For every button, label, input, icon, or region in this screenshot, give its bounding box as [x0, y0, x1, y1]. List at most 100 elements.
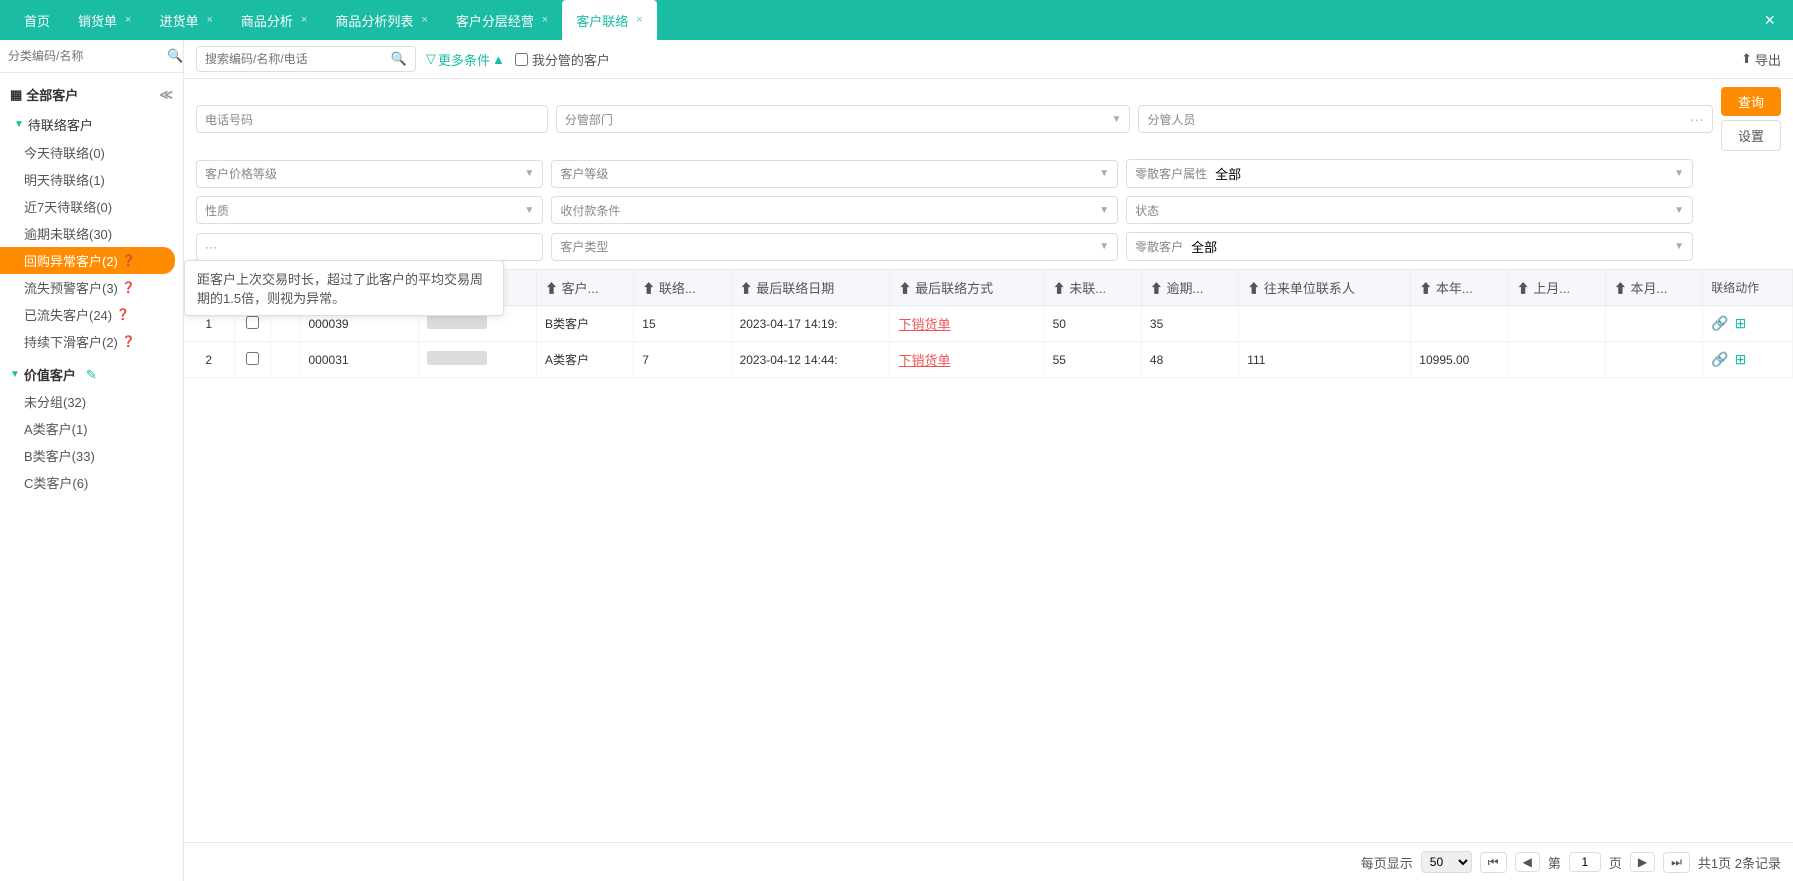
main-search-input[interactable] — [205, 52, 387, 66]
row2-grid-icon[interactable]: ⊞ — [1735, 351, 1747, 368]
settings-button[interactable]: 设置 — [1721, 120, 1781, 151]
sidebar-item-class-b[interactable]: B类客户(33) — [0, 442, 183, 469]
close-product-analysis[interactable]: × — [301, 14, 307, 26]
status-field[interactable]: 状态 ▼ — [1126, 196, 1693, 224]
export-button[interactable]: ⬆ 导出 — [1741, 50, 1781, 69]
filter-bar: 🔍 ▽ 更多条件 ▲ 我分管的客户 ⬆ 导出 — [184, 40, 1793, 79]
payment-chevron: ▼ — [1099, 205, 1109, 216]
sidebar-item-class-a[interactable]: A类客户(1) — [0, 415, 183, 442]
last-page-btn[interactable]: ⏭ — [1663, 852, 1690, 873]
col-header-type[interactable]: ⬆ 客户... — [536, 270, 633, 306]
row1-type: B类客户 — [536, 306, 633, 342]
question-icon-churned: ❓ — [116, 308, 130, 321]
sidebar-item-declining[interactable]: 持续下滑客户(2) ❓ — [0, 328, 183, 355]
row1-this-year — [1411, 306, 1508, 342]
row2-link-icon[interactable]: 🔗 — [1711, 351, 1728, 368]
row1-actions: 🔗 ⊞ — [1703, 306, 1793, 342]
all-customers-header[interactable]: ▦ 全部客户 ≪ — [0, 79, 183, 110]
sidebar-item-repurchase-abnormal[interactable]: 回购异常客户(2) ❓ — [0, 247, 175, 274]
col-header-unread[interactable]: ⬆ 未联... — [1044, 270, 1141, 306]
col-header-this-month[interactable]: ⬆ 本月... — [1605, 270, 1702, 306]
sidebar-search-input[interactable] — [8, 49, 163, 63]
tab-sales-order[interactable]: 销货单 × — [64, 0, 145, 40]
row2-last-method[interactable]: 下销货单 — [890, 342, 1044, 378]
query-button[interactable]: 查询 — [1721, 87, 1781, 116]
tab-product-analysis-list[interactable]: 商品分析列表 × — [321, 0, 441, 40]
price-grade-field[interactable]: 客户价格等级 ▼ — [196, 160, 543, 188]
more-dots-field[interactable]: ··· — [196, 233, 543, 261]
collapse-icon[interactable]: ≪ — [159, 87, 173, 103]
my-customers-checkbox[interactable]: 我分管的客户 — [515, 50, 610, 69]
sidebar-search-area: 🔍 — [0, 40, 183, 73]
close-customer-contact[interactable]: × — [636, 14, 642, 26]
tab-product-analysis[interactable]: 商品分析 × — [227, 0, 321, 40]
close-product-analysis-list[interactable]: × — [421, 14, 427, 26]
col-header-overdue[interactable]: ⬆ 逾期... — [1141, 270, 1238, 306]
filter-row-3: 性质 ▼ 收付款条件 ▼ 状态 ▼ — [196, 196, 1781, 224]
row2-check[interactable] — [234, 342, 270, 378]
edit-icon[interactable]: ✎ — [86, 367, 97, 383]
tab-home[interactable]: 首页 — [10, 0, 64, 40]
page-number-input[interactable] — [1569, 852, 1601, 872]
tab-purchase-order[interactable]: 进货单 × — [145, 0, 226, 40]
close-all-tabs[interactable]: × — [1756, 10, 1783, 31]
value-customer-section[interactable]: ▼ 价值客户 ✎ — [0, 361, 183, 388]
close-sales-order[interactable]: × — [125, 14, 131, 26]
customer-type-field[interactable]: 客户类型 ▼ — [551, 233, 1118, 261]
row1-contact-person — [1239, 306, 1411, 342]
first-page-btn[interactable]: ⏮ — [1480, 852, 1507, 873]
sidebar-item-overdue-contact[interactable]: 逾期未联络(30) — [0, 220, 183, 247]
main-search-icon[interactable]: 🔍 — [391, 51, 407, 67]
sidebar-item-churned[interactable]: 已流失客户(24) ❓ — [0, 301, 183, 328]
close-purchase-order[interactable]: × — [206, 14, 212, 26]
payment-field[interactable]: 收付款条件 ▼ — [551, 196, 1118, 224]
col-header-this-year[interactable]: ⬆ 本年... — [1411, 270, 1508, 306]
sidebar-item-7days-contact[interactable]: 近7天待联络(0) — [0, 193, 183, 220]
row1-contact-count: 15 — [634, 306, 731, 342]
phone-field[interactable]: 电话号码 — [196, 105, 548, 133]
col-header-contact-person[interactable]: ⬆ 往来单位联系人 — [1239, 270, 1411, 306]
sidebar-item-class-c[interactable]: C类客户(6) — [0, 469, 183, 496]
prev-page-btn[interactable]: ◀ — [1515, 852, 1540, 872]
question-icon-declining: ❓ — [122, 335, 136, 348]
tab-customer-contact[interactable]: 客户联络 × — [562, 0, 656, 40]
dept-field[interactable]: 分管部门 ▼ — [556, 105, 1131, 133]
col-header-contact-count[interactable]: ⬆ 联络... — [634, 270, 731, 306]
row1-grid-icon[interactable]: ⊞ — [1735, 315, 1747, 332]
retail-customer-field[interactable]: 零散客户 全部 ▼ — [1126, 232, 1693, 261]
row1-link-icon[interactable]: 🔗 — [1711, 315, 1728, 332]
pending-contact-section[interactable]: ▼ 待联络客户 — [0, 110, 183, 139]
page-size-select[interactable]: 50 100 200 — [1421, 851, 1472, 873]
sidebar-item-ungrouped[interactable]: 未分组(32) — [0, 388, 183, 415]
question-icon-churn-warning: ❓ — [122, 281, 136, 294]
row2-last-month — [1508, 342, 1605, 378]
tooltip-box: 距客户上次交易时长，超过了此客户的平均交易周期的1.5倍，则视为异常。 — [184, 260, 504, 316]
sidebar-search-icon[interactable]: 🔍 — [167, 48, 183, 64]
row2-last-date: 2023-04-12 14:44: — [731, 342, 890, 378]
close-customer-segmentation[interactable]: × — [542, 14, 548, 26]
row2-actions: 🔗 ⊞ — [1703, 342, 1793, 378]
my-customers-check[interactable] — [515, 53, 528, 66]
nature-field[interactable]: 性质 ▼ — [196, 196, 543, 224]
content-area: 距客户上次交易时长，超过了此客户的平均交易周期的1.5倍，则视为异常。 🔍 ▽ … — [184, 40, 1793, 881]
row2-overdue: 48 — [1141, 342, 1238, 378]
row1-last-method[interactable]: 下销货单 — [890, 306, 1044, 342]
grid-icon: ▦ — [10, 87, 22, 103]
col-header-last-method[interactable]: ⬆ 最后联络方式 — [890, 270, 1044, 306]
col-header-last-date[interactable]: ⬆ 最后联络日期 — [731, 270, 890, 306]
customer-grade-field[interactable]: 客户等级 ▼ — [551, 160, 1118, 188]
sidebar-item-today-contact[interactable]: 今天待联络(0) — [0, 139, 183, 166]
row2-code: 000031 — [300, 342, 418, 378]
sidebar-item-churn-warning[interactable]: 流失预警客户(3) ❓ — [0, 274, 183, 301]
manager-field[interactable]: 分管人员 ··· — [1138, 105, 1713, 133]
tab-customer-segmentation[interactable]: 客户分层经营 × — [442, 0, 562, 40]
sidebar-item-tomorrow-contact[interactable]: 明天待联络(1) — [0, 166, 183, 193]
price-grade-chevron: ▼ — [524, 168, 534, 179]
row2-unread: 55 — [1044, 342, 1141, 378]
action-buttons: 查询 设置 — [1721, 87, 1781, 151]
retail-attr-field[interactable]: 零散客户属性 全部 ▼ — [1126, 159, 1693, 188]
more-conditions-btn[interactable]: ▽ 更多条件 ▲ — [426, 50, 505, 69]
phone-input[interactable] — [257, 112, 539, 126]
next-page-btn[interactable]: ▶ — [1630, 852, 1655, 872]
col-header-last-month[interactable]: ⬆ 上月... — [1508, 270, 1605, 306]
